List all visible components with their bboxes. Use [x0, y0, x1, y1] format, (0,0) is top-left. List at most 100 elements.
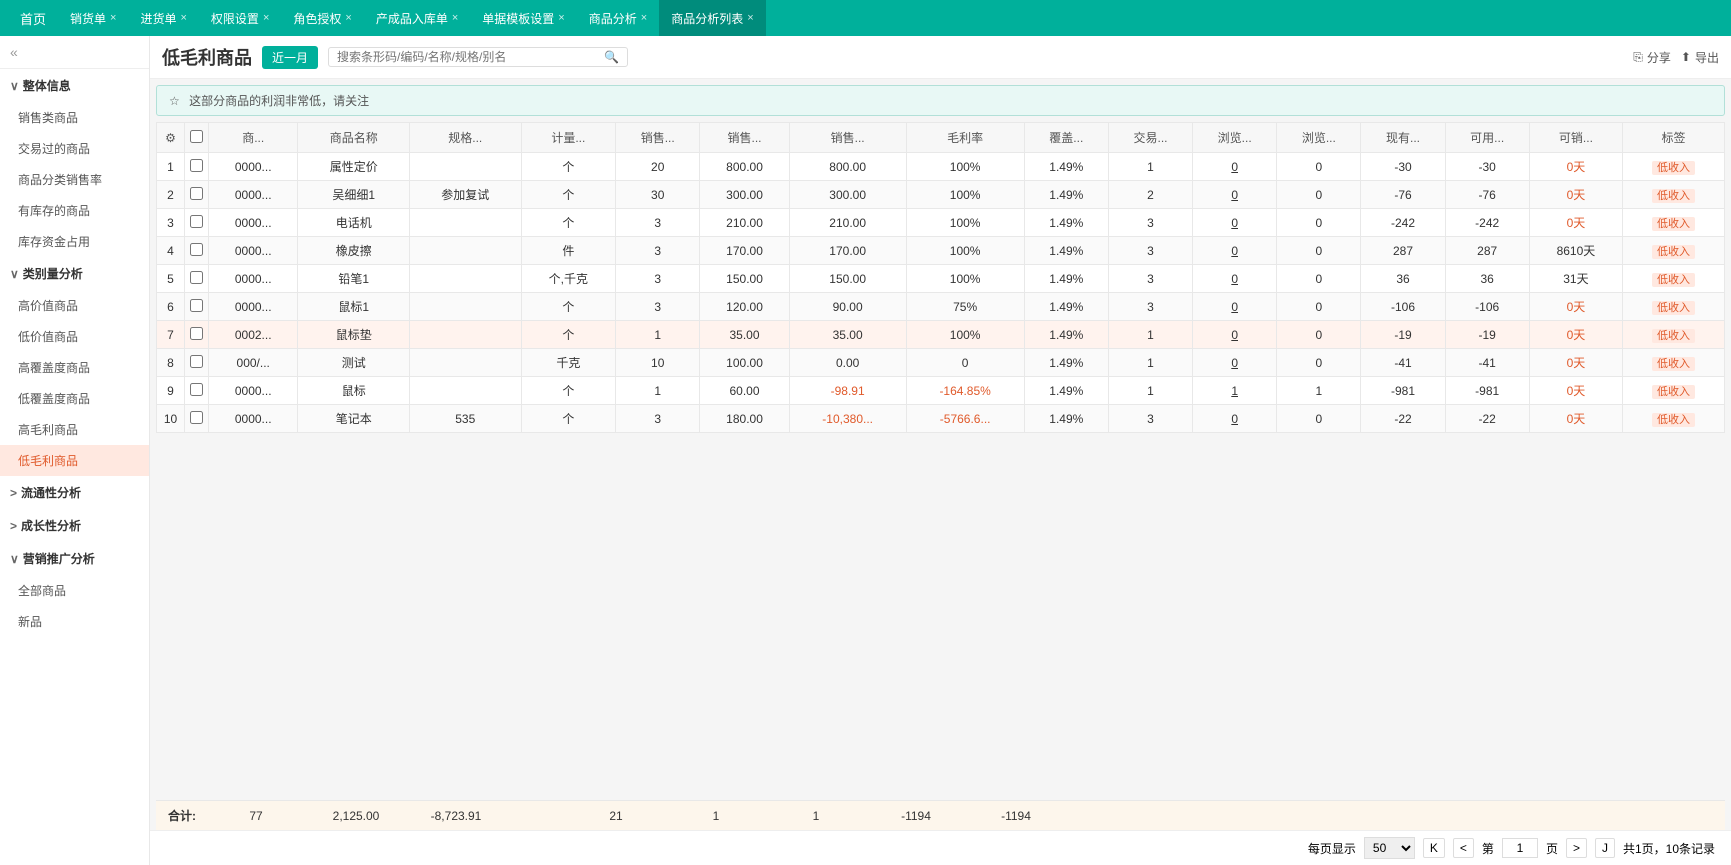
row-view1[interactable]: 0 [1193, 293, 1277, 321]
row-select-checkbox[interactable] [190, 327, 203, 340]
close-icon[interactable]: × [452, 12, 458, 24]
nav-roles[interactable]: 角色授权 × [281, 0, 363, 36]
row-view1[interactable]: 0 [1193, 181, 1277, 209]
nav-product-entry[interactable]: 产成品入库单 × [364, 0, 470, 36]
col-checkbox-all[interactable] [185, 123, 209, 153]
first-page-button[interactable]: K [1423, 838, 1445, 858]
row-view1[interactable]: 0 [1193, 349, 1277, 377]
nav-home[interactable]: 首页 [8, 0, 58, 36]
row-select-checkbox[interactable] [190, 159, 203, 172]
row-checkbox[interactable] [185, 181, 209, 209]
row-checkbox[interactable] [185, 153, 209, 181]
row-checkbox[interactable] [185, 265, 209, 293]
col-tag[interactable]: 标签 [1623, 123, 1725, 153]
nav-purchase[interactable]: 进货单 × [128, 0, 198, 36]
close-icon[interactable]: × [263, 12, 269, 24]
sidebar-item-in-stock-products[interactable]: 有库存的商品 [0, 195, 149, 226]
sidebar-item-high-coverage[interactable]: 高覆盖度商品 [0, 352, 149, 383]
row-view1[interactable]: 1 [1193, 377, 1277, 405]
sidebar-group-general[interactable]: ∨ 整体信息 [0, 69, 149, 102]
col-saleable[interactable]: 可销... [1529, 123, 1622, 153]
close-icon[interactable]: × [558, 12, 564, 24]
col-name[interactable]: 商品名称 [298, 123, 410, 153]
sidebar-header: « [0, 36, 149, 69]
row-select-checkbox[interactable] [190, 411, 203, 424]
nav-product-analysis-list[interactable]: 商品分析列表 × [659, 0, 765, 36]
col-code[interactable]: 商... [209, 123, 298, 153]
col-view2[interactable]: 浏览... [1277, 123, 1361, 153]
sidebar-item-stock-capital[interactable]: 库存资金占用 [0, 226, 149, 257]
search-input[interactable] [337, 50, 604, 64]
page-number-input[interactable] [1502, 838, 1538, 858]
row-select-checkbox[interactable] [190, 299, 203, 312]
sidebar-group-growth[interactable]: > 成长性分析 [0, 509, 149, 542]
per-page-select[interactable]: 50 100 200 [1364, 837, 1415, 859]
close-icon[interactable]: × [345, 12, 351, 24]
close-icon[interactable]: × [110, 12, 116, 24]
next-page-button[interactable]: > [1566, 838, 1587, 858]
col-settings[interactable]: ⚙ [157, 123, 185, 153]
nav-permissions[interactable]: 权限设置 × [199, 0, 281, 36]
sidebar-group-marketing[interactable]: ∨ 营销推广分析 [0, 542, 149, 575]
table-container[interactable]: ⚙ 商... 商品名称 规格... 计量... 销售... 销售... 销售..… [150, 122, 1731, 800]
col-coverage[interactable]: 覆盖... [1024, 123, 1108, 153]
export-button[interactable]: ⬆ 导出 [1681, 49, 1719, 66]
sidebar-item-low-coverage[interactable]: 低覆盖度商品 [0, 383, 149, 414]
row-view1[interactable]: 0 [1193, 405, 1277, 433]
row-select-checkbox[interactable] [190, 243, 203, 256]
select-all-checkbox[interactable] [190, 130, 203, 143]
row-view1[interactable]: 0 [1193, 153, 1277, 181]
col-unit[interactable]: 计量... [521, 123, 616, 153]
col-stock[interactable]: 现有... [1361, 123, 1445, 153]
row-view2: 0 [1277, 293, 1361, 321]
nav-sales[interactable]: 销货单 × [58, 0, 128, 36]
col-spec[interactable]: 规格... [409, 123, 521, 153]
sidebar-group-category-analysis[interactable]: ∨ 类别量分析 [0, 257, 149, 290]
date-filter-button[interactable]: 近一月 [262, 46, 318, 69]
sidebar-item-low-value[interactable]: 低价值商品 [0, 321, 149, 352]
sidebar-item-all-products[interactable]: 全部商品 [0, 575, 149, 606]
sidebar-item-high-margin[interactable]: 高毛利商品 [0, 414, 149, 445]
row-view1[interactable]: 0 [1193, 237, 1277, 265]
row-checkbox[interactable] [185, 405, 209, 433]
nav-product-analysis[interactable]: 商品分析 × [577, 0, 659, 36]
nav-template-settings[interactable]: 单据模板设置 × [470, 0, 576, 36]
search-icon[interactable]: 🔍 [604, 50, 619, 64]
col-sale2[interactable]: 销售... [700, 123, 789, 153]
row-checkbox[interactable] [185, 349, 209, 377]
row-checkbox[interactable] [185, 293, 209, 321]
row-view1[interactable]: 0 [1193, 321, 1277, 349]
col-available[interactable]: 可用... [1445, 123, 1529, 153]
row-checkbox[interactable] [185, 377, 209, 405]
row-select-checkbox[interactable] [190, 187, 203, 200]
prev-page-button[interactable]: < [1453, 838, 1474, 858]
row-select-checkbox[interactable] [190, 355, 203, 368]
col-trade[interactable]: 交易... [1108, 123, 1192, 153]
close-icon[interactable]: × [747, 12, 753, 24]
row-checkbox[interactable] [185, 321, 209, 349]
col-sale3[interactable]: 销售... [789, 123, 906, 153]
close-icon[interactable]: × [641, 12, 647, 24]
col-view1[interactable]: 浏览... [1193, 123, 1277, 153]
last-page-button[interactable]: J [1595, 838, 1615, 858]
row-checkbox[interactable] [185, 237, 209, 265]
sidebar-item-low-margin[interactable]: 低毛利商品 [0, 445, 149, 476]
row-checkbox[interactable] [185, 209, 209, 237]
sidebar-item-category-sales-rate[interactable]: 商品分类销售率 [0, 164, 149, 195]
row-view1[interactable]: 0 [1193, 209, 1277, 237]
row-select-checkbox[interactable] [190, 383, 203, 396]
share-button[interactable]: ⎘ 分享 [1633, 49, 1671, 66]
row-select-checkbox[interactable] [190, 271, 203, 284]
row-view1[interactable]: 0 [1193, 265, 1277, 293]
sidebar-item-sales-products[interactable]: 销售类商品 [0, 102, 149, 133]
close-icon[interactable]: × [180, 12, 186, 24]
sidebar-item-new-products[interactable]: 新品 [0, 606, 149, 637]
row-seq: 5 [157, 265, 185, 293]
sidebar-item-traded-products[interactable]: 交易过的商品 [0, 133, 149, 164]
row-select-checkbox[interactable] [190, 215, 203, 228]
collapse-button[interactable]: « [10, 44, 18, 60]
col-gross[interactable]: 毛利率 [906, 123, 1024, 153]
sidebar-item-high-value[interactable]: 高价值商品 [0, 290, 149, 321]
col-sale1[interactable]: 销售... [616, 123, 700, 153]
sidebar-group-liquidity[interactable]: > 流通性分析 [0, 476, 149, 509]
